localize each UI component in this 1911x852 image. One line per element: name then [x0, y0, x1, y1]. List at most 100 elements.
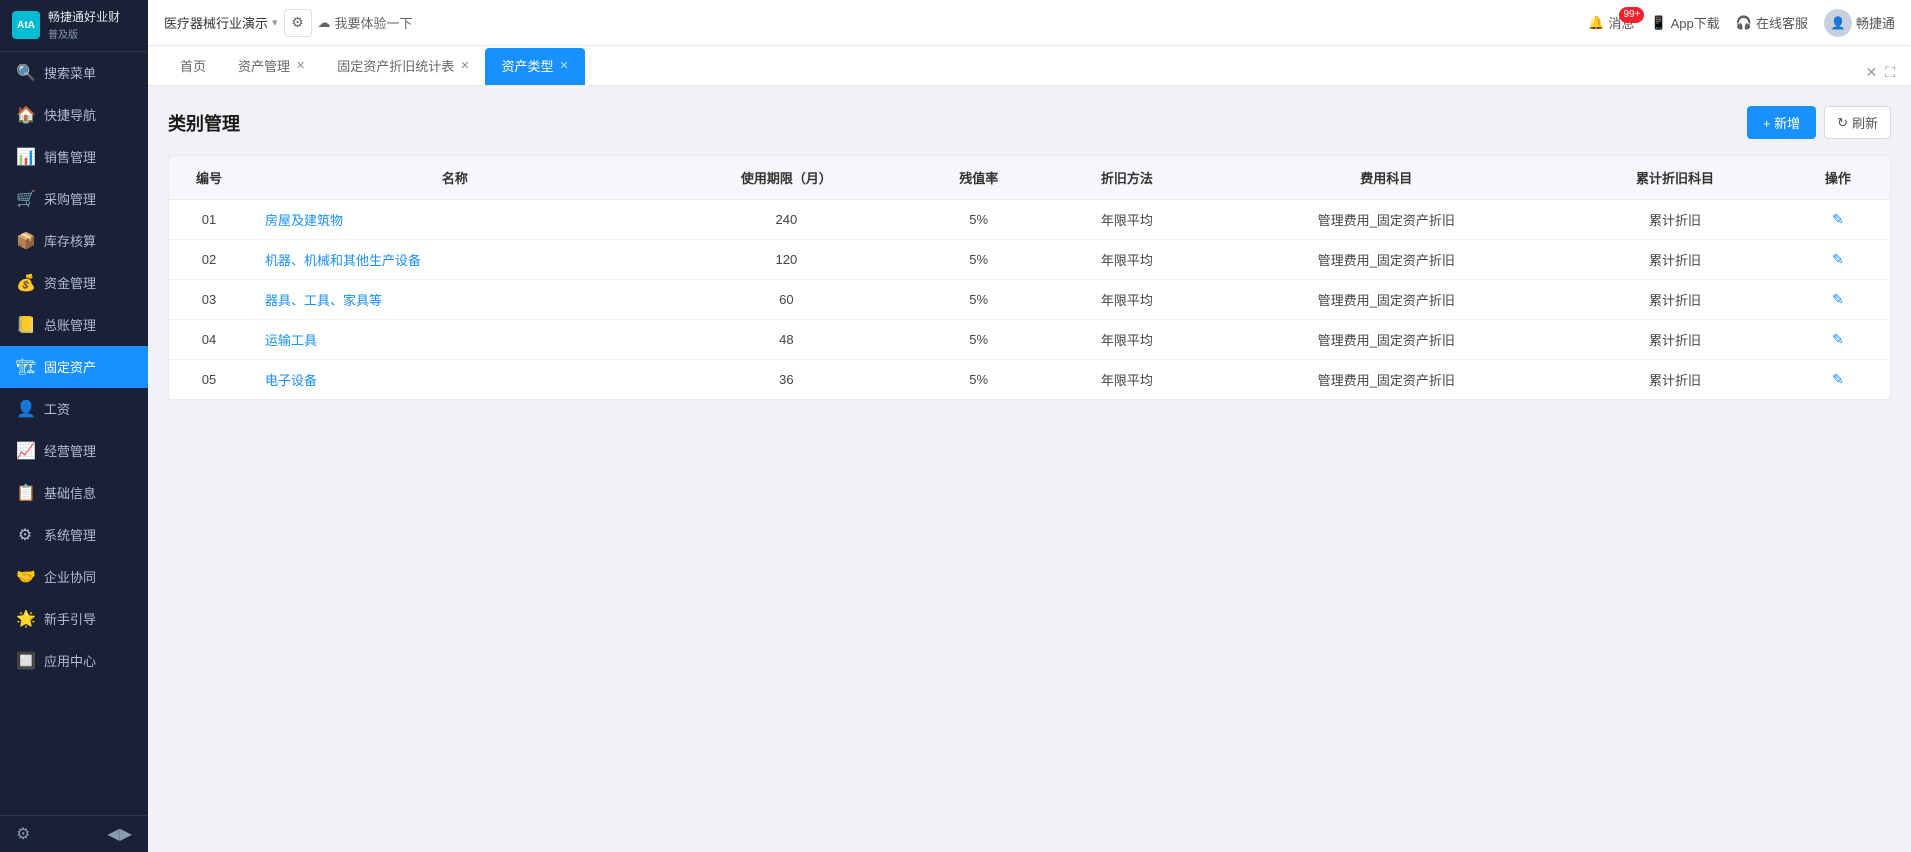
- edit-icon[interactable]: ✎: [1832, 331, 1844, 347]
- sidebar-icon: 📈: [16, 441, 34, 461]
- sidebar-item-label: 销售管理: [44, 147, 96, 166]
- tab-固定资产折旧统计表[interactable]: 固定资产折旧统计表 ✕: [321, 48, 485, 85]
- collapse-icon[interactable]: ◀▶: [107, 824, 132, 844]
- edit-icon[interactable]: ✎: [1832, 211, 1844, 227]
- sidebar-item-搜索菜单[interactable]: 🔍搜索菜单: [0, 52, 148, 94]
- sidebar-item-经营管理[interactable]: 📈 经营管理: [0, 430, 148, 472]
- experience-button[interactable]: ☁ 我要体验一下: [318, 13, 413, 32]
- sidebar-item-资金管理[interactable]: 💰资金管理: [0, 262, 148, 304]
- sidebar-icon: 📋: [16, 483, 34, 503]
- sidebar-item-系统管理[interactable]: ⚙系统管理: [0, 514, 148, 556]
- topbar-right: 🔔 消息 99+ 📱 App下载 🎧 在线客服 👤 畅捷通: [1588, 9, 1895, 37]
- table-cell: 累计折旧: [1564, 280, 1786, 320]
- company-selector[interactable]: 医疗器械行业演示 ▾: [164, 13, 278, 32]
- cloud-icon: ☁: [318, 15, 331, 31]
- table-cell: 03: [169, 280, 249, 320]
- sidebar-item-label: 企业协同: [44, 567, 96, 586]
- new-button[interactable]: + 新增: [1747, 106, 1816, 139]
- refresh-icon: ↻: [1837, 115, 1848, 131]
- table-cell: 年限平均: [1045, 360, 1208, 400]
- close-icon[interactable]: ✕: [460, 59, 469, 72]
- close-icon[interactable]: ✕: [296, 59, 305, 72]
- sidebar-item-快捷导航[interactable]: 🏠快捷导航: [0, 94, 148, 136]
- sidebar-item-label: 采购管理: [44, 189, 96, 208]
- sidebar-nav: 🔍搜索菜单🏠快捷导航 📊 销售管理 🛒采购管理📦库存核算💰资金管理 📒 总账管理 🏗固定资产…: [0, 52, 148, 815]
- sidebar-icon: 📒: [16, 315, 34, 335]
- sidebar-item-label: 基础信息: [44, 483, 96, 502]
- column-header: 残值率: [912, 156, 1046, 200]
- sidebar-item-库存核算[interactable]: 📦库存核算: [0, 220, 148, 262]
- table-cell: 120: [661, 240, 912, 280]
- topbar-left: 医疗器械行业演示 ▾ ⚙ ☁ 我要体验一下: [164, 9, 1576, 37]
- sidebar-item-label: 工资: [44, 399, 70, 418]
- column-header: 操作: [1786, 156, 1890, 200]
- sidebar-icon: 📊: [16, 147, 34, 167]
- sidebar-header: AtA 畅捷通好业财 普及版: [0, 0, 148, 52]
- table-cell: 04: [169, 320, 249, 360]
- tab-label: 首页: [180, 56, 206, 75]
- avatar: 👤: [1824, 9, 1852, 37]
- sidebar-item-固定资产[interactable]: 🏗固定资产: [0, 346, 148, 388]
- sidebar-item-label: 总账管理: [44, 315, 96, 334]
- sidebar-icon: 🌟: [16, 609, 34, 629]
- customer-service-button[interactable]: 🎧 在线客服: [1736, 13, 1808, 32]
- sidebar-item-label: 快捷导航: [44, 105, 96, 124]
- sidebar-item-新手引导[interactable]: 🌟 新手引导: [0, 598, 148, 640]
- page-title: 类别管理: [168, 110, 240, 136]
- column-header: 累计折旧科目: [1564, 156, 1786, 200]
- table-cell: 年限平均: [1045, 280, 1208, 320]
- table-cell: 年限平均: [1045, 240, 1208, 280]
- table-cell: 60: [661, 280, 912, 320]
- sidebar-item-label: 经营管理: [44, 441, 96, 460]
- table-cell: 36: [661, 360, 912, 400]
- edit-icon[interactable]: ✎: [1832, 291, 1844, 307]
- notification-button[interactable]: 🔔 消息 99+: [1588, 13, 1634, 32]
- edit-icon[interactable]: ✎: [1832, 371, 1844, 387]
- table-row: 05电子设备365%年限平均管理费用_固定资产折旧累计折旧✎: [169, 360, 1890, 400]
- sidebar-icon: 💰: [16, 273, 34, 293]
- table-row: 02机器、机械和其他生产设备1205%年限平均管理费用_固定资产折旧累计折旧✎: [169, 240, 1890, 280]
- table-cell: 01: [169, 200, 249, 240]
- sidebar-item-应用中心[interactable]: 🔲应用中心: [0, 640, 148, 682]
- table-cell: 年限平均: [1045, 320, 1208, 360]
- sidebar-item-总账管理[interactable]: 📒 总账管理: [0, 304, 148, 346]
- maximize-window-icon[interactable]: ⛶: [1885, 64, 1895, 81]
- refresh-button[interactable]: ↻ 刷新: [1824, 106, 1891, 139]
- table-row: 01房屋及建筑物2405%年限平均管理费用_固定资产折旧累计折旧✎: [169, 200, 1890, 240]
- app-download-button[interactable]: 📱 App下载: [1650, 13, 1719, 32]
- sidebar-item-工资[interactable]: 👤工资: [0, 388, 148, 430]
- table-row: 04运输工具485%年限平均管理费用_固定资产折旧累计折旧✎: [169, 320, 1890, 360]
- sidebar-item-基础信息[interactable]: 📋 基础信息: [0, 472, 148, 514]
- tab-首页[interactable]: 首页: [164, 48, 222, 85]
- sidebar: AtA 畅捷通好业财 普及版 🔍搜索菜单🏠快捷导航 📊 销售管理 🛒采购管理📦库存核算…: [0, 0, 148, 852]
- settings-icon[interactable]: ⚙: [16, 824, 30, 844]
- sidebar-icon: 🔍: [16, 63, 34, 83]
- refresh-label: 刷新: [1852, 113, 1878, 132]
- table-cell: 累计折旧: [1564, 360, 1786, 400]
- table-cell: 02: [169, 240, 249, 280]
- content-area: 类别管理 + 新增 ↻ 刷新 编号名称使用期限（月）残值率折旧方法费用科目累计折…: [148, 86, 1911, 852]
- tab-资产类型[interactable]: 资产类型 ✕: [485, 48, 584, 85]
- sidebar-item-采购管理[interactable]: 🛒采购管理: [0, 178, 148, 220]
- column-header: 名称: [249, 156, 661, 200]
- close-icon[interactable]: ✕: [560, 59, 569, 72]
- close-window-icon[interactable]: ✕: [1865, 64, 1877, 81]
- tab-label: 资产类型: [501, 56, 553, 75]
- sidebar-icon: ⚙: [16, 525, 34, 545]
- chevron-down-icon: ▾: [272, 16, 278, 29]
- page-actions: + 新增 ↻ 刷新: [1747, 106, 1891, 139]
- tab-label: 固定资产折旧统计表: [337, 56, 454, 75]
- table-cell: 48: [661, 320, 912, 360]
- table-cell: 5%: [912, 240, 1046, 280]
- sidebar-item-企业协同[interactable]: 🤝企业协同: [0, 556, 148, 598]
- table-cell: 电子设备: [249, 360, 661, 400]
- topbar-settings-button[interactable]: ⚙: [284, 9, 312, 37]
- sidebar-footer: ⚙ ◀▶: [0, 815, 148, 852]
- tab-资产管理[interactable]: 资产管理✕: [222, 48, 321, 85]
- sidebar-item-销售管理[interactable]: 📊 销售管理: [0, 136, 148, 178]
- sidebar-item-label: 应用中心: [44, 651, 96, 670]
- table-cell: 机器、机械和其他生产设备: [249, 240, 661, 280]
- edit-icon[interactable]: ✎: [1832, 251, 1844, 267]
- user-profile-button[interactable]: 👤 畅捷通: [1824, 9, 1895, 37]
- sidebar-item-label: 新手引导: [44, 609, 96, 628]
